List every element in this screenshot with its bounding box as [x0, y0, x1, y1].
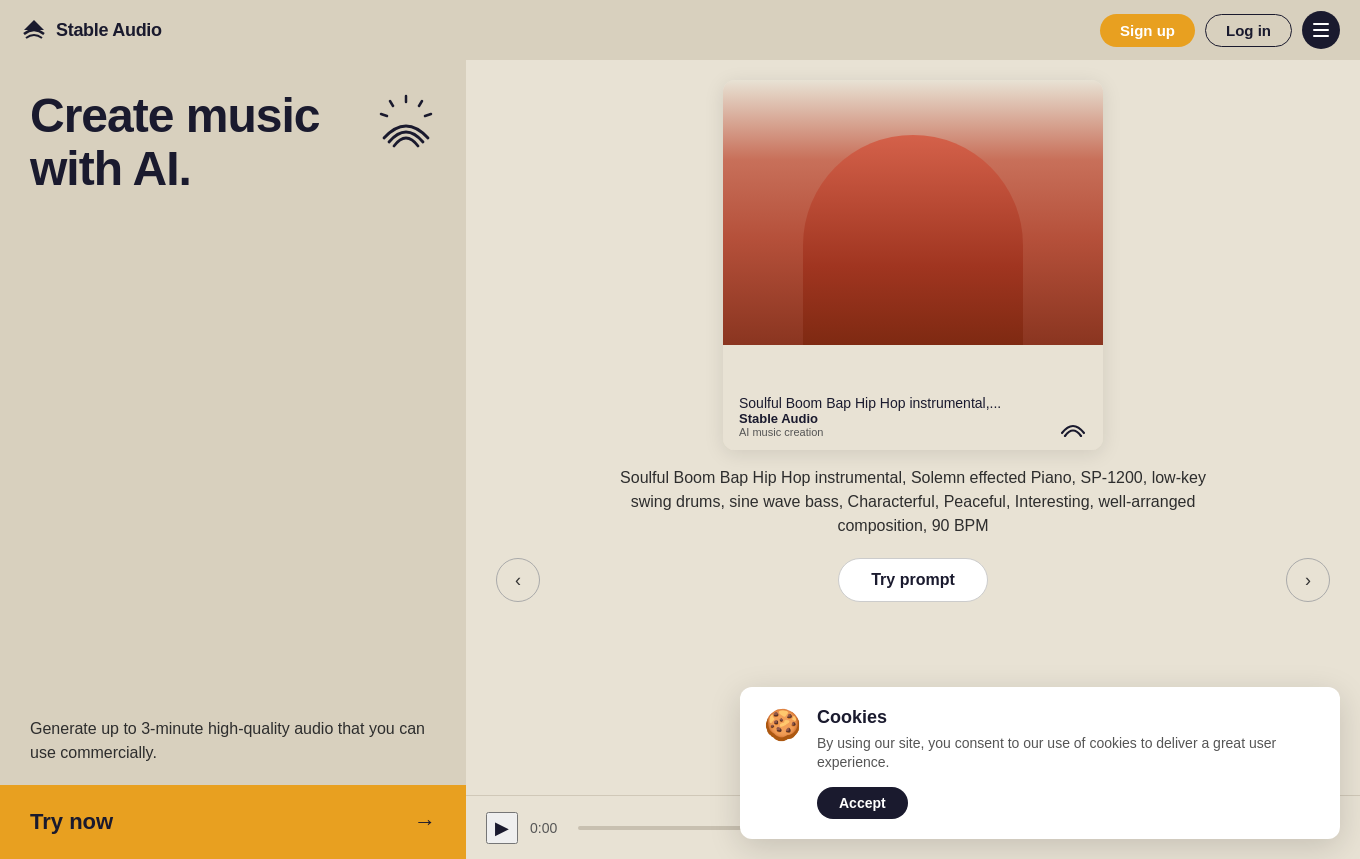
cookie-title: Cookies: [817, 707, 1316, 728]
album-brand: Stable Audio AI music creation: [739, 411, 823, 438]
svg-line-4: [425, 114, 431, 116]
cookie-body: By using our site, you consent to our us…: [817, 734, 1316, 773]
chevron-right-icon: ›: [1305, 570, 1311, 591]
sun-rainbow-icon: [376, 94, 436, 153]
try-now-button[interactable]: Try now →: [0, 785, 466, 859]
album-art-inner: Soulful Boom Bap Hip Hop instrumental,..…: [723, 80, 1103, 450]
cookies-banner: 🍪 Cookies By using our site, you consent…: [740, 687, 1340, 839]
login-button[interactable]: Log in: [1205, 14, 1292, 47]
play-button[interactable]: ▶: [486, 812, 518, 844]
try-prompt-button[interactable]: Try prompt: [838, 558, 988, 602]
time-display: 0:00: [530, 820, 566, 836]
album-logo-row: Stable Audio AI music creation: [739, 411, 1087, 438]
hero-header: Create music with AI.: [30, 90, 436, 196]
svg-line-3: [381, 114, 387, 116]
navbar-right: Sign up Log in: [1100, 11, 1340, 49]
hamburger-icon: [1313, 23, 1329, 37]
signup-button[interactable]: Sign up: [1100, 14, 1195, 47]
logo-text: Stable Audio: [56, 20, 162, 41]
cookie-content: Cookies By using our site, you consent t…: [817, 707, 1316, 819]
left-panel: Create music with AI.: [0, 60, 466, 859]
next-button[interactable]: ›: [1286, 558, 1330, 602]
album-title: Soulful Boom Bap Hip Hop instrumental,..…: [739, 395, 1087, 411]
play-icon: ▶: [495, 817, 509, 839]
chevron-left-icon: ‹: [515, 570, 521, 591]
accept-cookies-button[interactable]: Accept: [817, 787, 908, 819]
album-art-image: [723, 80, 1103, 345]
navbar: Stable Audio Sign up Log in: [0, 0, 1360, 60]
prev-button[interactable]: ‹: [496, 558, 540, 602]
hero-title: Create music with AI.: [30, 90, 319, 196]
left-content: Create music with AI.: [30, 90, 436, 717]
svg-line-2: [419, 101, 422, 106]
logo-icon: [20, 16, 48, 44]
small-rainbow-icon: [1059, 413, 1087, 437]
svg-line-1: [390, 101, 393, 106]
album-arc-shape: [803, 135, 1023, 345]
album-art-bottom: Soulful Boom Bap Hip Hop instrumental,..…: [723, 345, 1103, 450]
album-art-card: Soulful Boom Bap Hip Hop instrumental,..…: [723, 80, 1103, 450]
menu-button[interactable]: [1302, 11, 1340, 49]
logo: Stable Audio: [20, 16, 162, 44]
subtitle-area: Generate up to 3-minute high-quality aud…: [30, 717, 436, 785]
arrow-right-icon: →: [414, 809, 436, 835]
prompt-description: Soulful Boom Bap Hip Hop instrumental, S…: [573, 466, 1253, 538]
prompt-nav-row: ‹ Try prompt ›: [466, 558, 1360, 602]
cookie-icon: 🍪: [764, 707, 801, 742]
hero-subtitle: Generate up to 3-minute high-quality aud…: [30, 717, 436, 765]
